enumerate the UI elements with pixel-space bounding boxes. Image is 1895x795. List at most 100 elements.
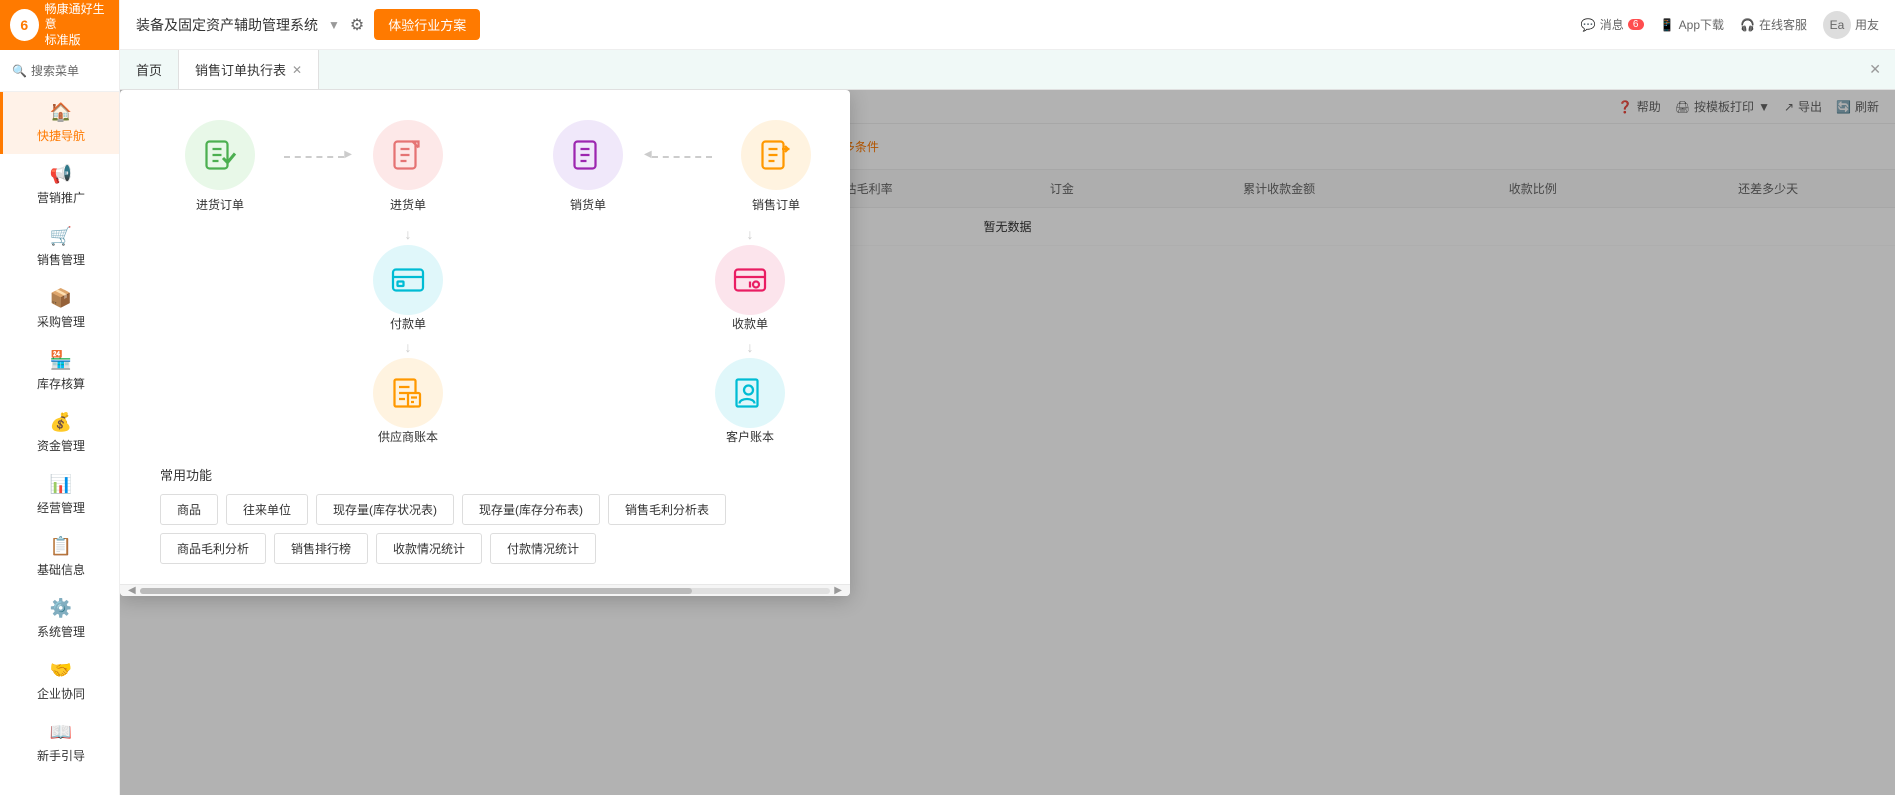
modal-overlay[interactable]: 进货订单: [120, 90, 1895, 795]
purchase-bill-label: 进货单: [390, 196, 426, 213]
arrow-down-sale-bill: ↓: [747, 227, 754, 241]
message-icon: 💬: [1581, 18, 1596, 32]
close-all-tabs[interactable]: ✕: [1855, 50, 1895, 89]
btn-payment-stats[interactable]: 付款情况统计: [490, 533, 596, 564]
sale-order-label: 销售订单: [752, 196, 800, 213]
btn-inventory-dist[interactable]: 现存量(库存分布表): [462, 494, 600, 525]
main-area: 装备及固定资产辅助管理系统 ▼ ⚙ 体验行业方案 💬 消息 6 📱 App下载 …: [120, 0, 1895, 795]
scroll-left-btn[interactable]: ◀: [124, 585, 140, 596]
system-title: 装备及固定资产辅助管理系统: [136, 15, 318, 35]
arrow-sale-order-to-bill: ◀: [648, 156, 716, 178]
scroll-right-btn[interactable]: ▶: [830, 585, 846, 596]
arrow-down-receipt: ↓: [747, 340, 754, 354]
common-buttons-group: 商品 往来单位 现存量(库存状况表) 现存量(库存分布表) 销售毛利分析表 商品…: [160, 494, 810, 564]
sale-bill-circle[interactable]: [553, 120, 623, 190]
message-button[interactable]: 💬 消息 6: [1581, 16, 1644, 33]
avatar: Ea: [1823, 11, 1851, 39]
arrow-purchase-order-to-bill: [280, 156, 348, 178]
home-icon: 🏠: [50, 102, 72, 123]
sidebar-logo: 6 畅康通好生意 标准版: [0, 0, 119, 50]
sidebar-item-sales[interactable]: 🛒 销售管理: [0, 216, 119, 278]
sidebar-item-purchase[interactable]: 📦 采购管理: [0, 278, 119, 340]
sidebar-item-finance[interactable]: 💰 资金管理: [0, 402, 119, 464]
user-profile[interactable]: Ea 用友: [1823, 11, 1879, 39]
top-header: 装备及固定资产辅助管理系统 ▼ ⚙ 体验行业方案 💬 消息 6 📱 App下载 …: [120, 0, 1895, 50]
supplier-ledger-circle[interactable]: [373, 358, 443, 428]
sale-bill-label: 销货单: [570, 196, 606, 213]
receipt-label: 收款单: [732, 315, 768, 332]
logo-text: 畅康通好生意 标准版: [45, 2, 109, 49]
customer-ledger-label: 客户账本: [726, 428, 774, 445]
dashed-arrow-1: [284, 156, 344, 158]
btn-contacts[interactable]: 往来单位: [226, 494, 308, 525]
btn-receipt-stats[interactable]: 收款情况统计: [376, 533, 482, 564]
marketing-icon: 📢: [50, 164, 72, 185]
sidebar-item-quick-nav[interactable]: 🏠 快捷导航: [0, 92, 119, 154]
btn-product[interactable]: 商品: [160, 494, 218, 525]
payment-label: 付款单: [390, 315, 426, 332]
beginner-icon: 📖: [50, 722, 72, 743]
purchase-bill-circle[interactable]: [373, 120, 443, 190]
sidebar-item-marketing[interactable]: 📢 营销推广: [0, 154, 119, 216]
btn-sales-ranking[interactable]: 销售排行榜: [274, 533, 368, 564]
purchase-order-node: 进货订单: [160, 120, 280, 213]
payment-circle[interactable]: [373, 245, 443, 315]
message-badge: 6: [1628, 19, 1644, 30]
purchase-order-label: 进货订单: [196, 196, 244, 213]
service-icon: 🎧: [1740, 18, 1755, 32]
inventory-icon: 🏪: [50, 350, 72, 371]
common-functions: 常用功能 商品 往来单位 现存量(库存状况表) 现存量(库存分布表) 销售毛利分…: [160, 465, 810, 564]
receipt-circle[interactable]: [715, 245, 785, 315]
content-area: ❓ 帮助 🖨 按模板打印 ▼ ↗ 导出 🔄 刷新: [120, 90, 1895, 795]
sidebar-item-basic-info[interactable]: 📋 基础信息: [0, 526, 119, 588]
operation-icon: 📊: [50, 474, 72, 495]
modal-content: 进货订单: [120, 90, 850, 584]
arrow-down-purchase-bill: ↓: [405, 227, 412, 241]
basic-info-icon: 📋: [50, 536, 72, 557]
system-icon: ⚙️: [50, 598, 72, 619]
trial-button[interactable]: 体验行业方案: [374, 9, 480, 40]
scrollbar-track[interactable]: [140, 588, 831, 594]
sidebar-item-operation[interactable]: 📊 经营管理: [0, 464, 119, 526]
sale-order-node: 销售订单: [716, 120, 836, 213]
sidebar-item-enterprise[interactable]: 🤝 企业协同: [0, 650, 119, 712]
sidebar-search[interactable]: 🔍 搜索菜单: [0, 50, 119, 92]
purchase-order-circle[interactable]: [185, 120, 255, 190]
search-icon: 🔍: [12, 64, 27, 78]
header-right: 💬 消息 6 📱 App下载 🎧 在线客服 Ea 用友: [1581, 11, 1879, 39]
download-icon: 📱: [1660, 18, 1675, 32]
tabs-bar: 首页 销售订单执行表 ✕ ✕: [120, 50, 1895, 90]
purchase-icon: 📦: [50, 288, 72, 309]
customer-ledger-circle[interactable]: [715, 358, 785, 428]
sales-icon: 🛒: [50, 226, 72, 247]
search-menu-button[interactable]: 🔍 搜索菜单: [8, 58, 111, 83]
arrow-down-payment: ↓: [405, 340, 412, 354]
flow-diagram: 进货订单: [160, 120, 810, 445]
modal: 进货订单: [120, 90, 850, 596]
sale-bill-node: 销货单: [528, 120, 648, 213]
enterprise-icon: 🤝: [50, 660, 72, 681]
tab-close-icon[interactable]: ✕: [292, 63, 302, 77]
system-dropdown[interactable]: ▼: [328, 18, 340, 32]
modal-scrollbar: ◀ ▶: [120, 584, 850, 596]
sidebar-item-system[interactable]: ⚙️ 系统管理: [0, 588, 119, 650]
supplier-ledger-label: 供应商账本: [378, 428, 438, 445]
btn-inventory-status[interactable]: 现存量(库存状况表): [316, 494, 454, 525]
flow-row-1: 进货订单: [160, 120, 810, 213]
sidebar-item-inventory[interactable]: 🏪 库存核算: [0, 340, 119, 402]
btn-product-margin[interactable]: 商品毛利分析: [160, 533, 266, 564]
tab-home[interactable]: 首页: [120, 50, 179, 89]
btn-sales-margin[interactable]: 销售毛利分析表: [608, 494, 726, 525]
purchase-bill-node: 进货单: [348, 120, 468, 213]
online-service-button[interactable]: 🎧 在线客服: [1740, 16, 1807, 33]
settings-icon[interactable]: ⚙: [350, 15, 364, 35]
finance-icon: 💰: [50, 412, 72, 433]
tab-sales-order[interactable]: 销售订单执行表 ✕: [179, 50, 319, 89]
app-download-button[interactable]: 📱 App下载: [1660, 16, 1724, 33]
sale-order-circle[interactable]: [741, 120, 811, 190]
logo-icon: 6: [10, 9, 39, 41]
common-functions-title: 常用功能: [160, 465, 810, 484]
scrollbar-thumb[interactable]: [140, 588, 692, 594]
sidebar: 6 畅康通好生意 标准版 🔍 搜索菜单 🏠 快捷导航 📢 营销推广 🛒 销售管理…: [0, 0, 120, 795]
sidebar-item-beginner[interactable]: 📖 新手引导: [0, 712, 119, 774]
